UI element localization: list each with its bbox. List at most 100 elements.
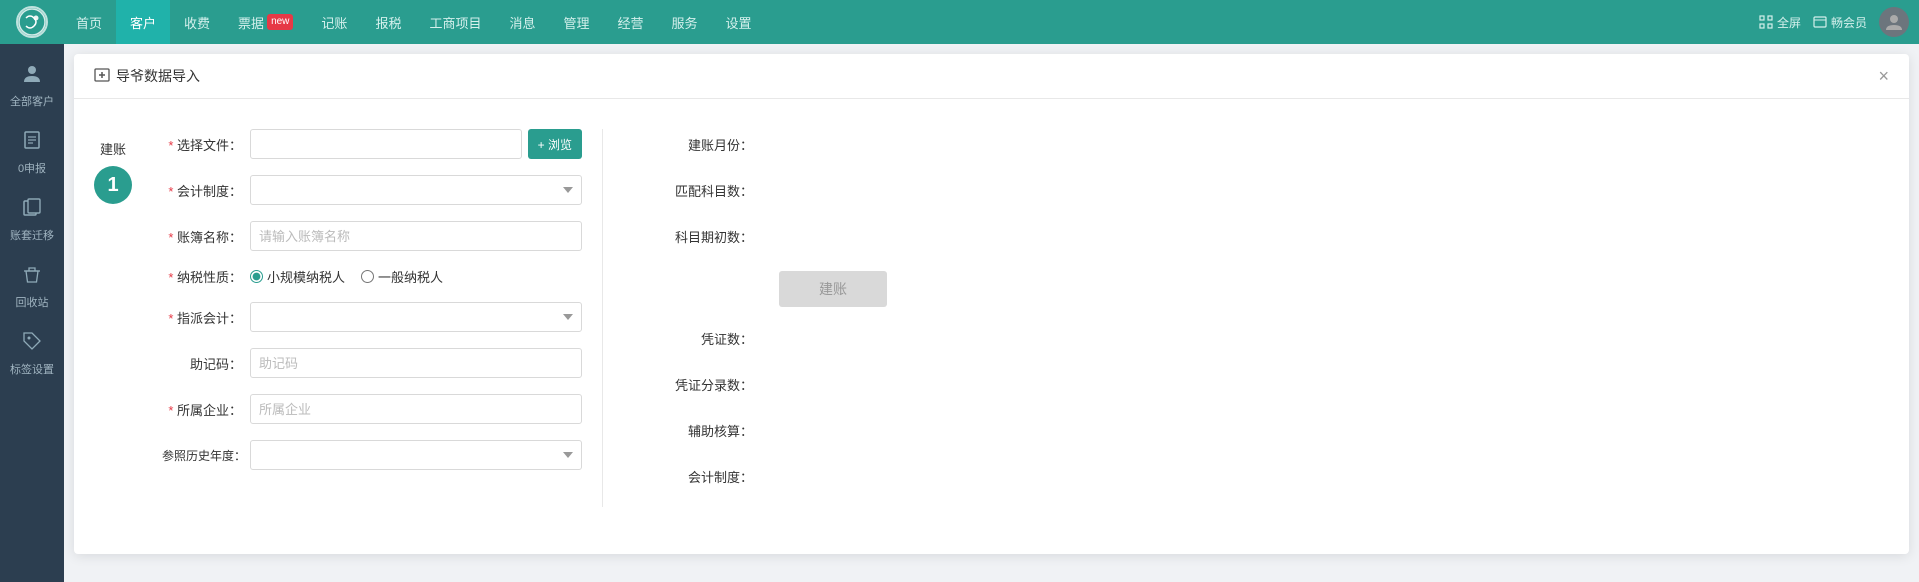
member-button[interactable]: 畅会员 bbox=[1813, 14, 1867, 31]
main-layout: 全部客户 0申报 账套迁移 bbox=[0, 44, 1919, 582]
initial-amount-label: 科目期初数： bbox=[663, 227, 753, 246]
fullscreen-icon bbox=[1759, 15, 1773, 29]
build-account-button[interactable]: 建账 bbox=[779, 271, 887, 307]
nav-tax[interactable]: 报税 bbox=[361, 0, 415, 44]
import-dialog: 导爷数据导入 × 建账 1 选择文件： + 浏览 bbox=[74, 54, 1909, 554]
accounting-system-label: 会计制度： bbox=[162, 181, 242, 200]
initial-amount-value bbox=[761, 221, 1003, 251]
sidebar-label-account-migrate: 账套迁移 bbox=[10, 227, 54, 243]
fullscreen-button[interactable]: 全屏 bbox=[1759, 14, 1801, 31]
sidebar: 全部客户 0申报 账套迁移 bbox=[0, 44, 64, 582]
accountant-label: 指派会计： bbox=[162, 308, 242, 327]
memo-input[interactable] bbox=[250, 348, 582, 378]
build-month-row: 建账月份： bbox=[663, 129, 1003, 159]
tax-type-row: 纳税性质： 小规模纳税人 一般纳税人 bbox=[162, 267, 582, 286]
small-taxpayer-radio[interactable] bbox=[250, 270, 263, 283]
nav-invoice[interactable]: 票据 new bbox=[224, 0, 307, 44]
accounting-sys-right-label: 会计制度： bbox=[663, 467, 753, 486]
nav-service[interactable]: 服务 bbox=[658, 0, 712, 44]
company-row: 所属企业： bbox=[162, 394, 582, 424]
accounting-sys-right-value bbox=[761, 461, 1003, 491]
app-logo[interactable] bbox=[10, 0, 54, 44]
accountant-row: 指派会计： bbox=[162, 302, 582, 332]
nav-home[interactable]: 首页 bbox=[62, 0, 116, 44]
nav-menu: 首页 客户 收费 票据 new 记账 报税 工商项目 消息 管理 经营 服务 设… bbox=[62, 0, 1759, 44]
match-count-value bbox=[761, 175, 1003, 205]
accounting-system-select[interactable] bbox=[250, 175, 582, 205]
member-icon bbox=[1813, 15, 1827, 29]
history-year-select[interactable] bbox=[250, 440, 582, 470]
nav-customer[interactable]: 客户 bbox=[116, 0, 170, 44]
nav-operation[interactable]: 经营 bbox=[604, 0, 658, 44]
dialog-title-text: 导爷数据导入 bbox=[116, 66, 200, 86]
tax-type-radio-group: 小规模纳税人 一般纳税人 bbox=[250, 267, 582, 286]
top-navigation: 首页 客户 收费 票据 new 记账 报税 工商项目 消息 管理 经营 服务 设… bbox=[0, 0, 1919, 44]
voucher-entries-value bbox=[761, 369, 1003, 399]
ledger-name-input[interactable] bbox=[250, 221, 582, 251]
file-label: 选择文件： bbox=[162, 135, 242, 154]
aux-accounting-label: 辅助核算： bbox=[663, 421, 753, 440]
memo-label: 助记码： bbox=[162, 354, 242, 373]
aux-accounting-row: 辅助核算： bbox=[663, 415, 1003, 445]
voucher-entries-row: 凭证分录数： bbox=[663, 369, 1003, 399]
tag-icon bbox=[21, 330, 43, 358]
ledger-name-label: 账簿名称： bbox=[162, 227, 242, 246]
general-taxpayer-radio[interactable] bbox=[361, 270, 374, 283]
ledger-name-row: 账簿名称： bbox=[162, 221, 582, 251]
voucher-entries-label: 凭证分录数： bbox=[663, 375, 753, 394]
small-taxpayer-radio-label[interactable]: 小规模纳税人 bbox=[250, 267, 345, 286]
initial-amount-row: 科目期初数： bbox=[663, 221, 1003, 251]
form-body: 建账 1 选择文件： + 浏览 会计制度： bbox=[74, 99, 1909, 527]
declare-icon bbox=[21, 129, 43, 157]
accountant-select[interactable] bbox=[250, 302, 582, 332]
file-input-group: + 浏览 bbox=[250, 129, 582, 159]
form-right: 建账月份： 匹配科目数： 科目期初数： 建账 bbox=[623, 129, 1003, 507]
nav-settings[interactable]: 设置 bbox=[712, 0, 766, 44]
content-area: 导爷数据导入 × 建账 1 选择文件： + 浏览 bbox=[64, 44, 1919, 582]
file-input[interactable] bbox=[250, 129, 522, 159]
accounting-system-row: 会计制度： bbox=[162, 175, 582, 205]
match-count-label: 匹配科目数： bbox=[663, 181, 753, 200]
step-label: 建账 bbox=[100, 139, 126, 158]
match-count-row: 匹配科目数： bbox=[663, 175, 1003, 205]
voucher-count-row: 凭证数： bbox=[663, 323, 1003, 353]
form-divider bbox=[602, 129, 603, 507]
step-circle: 1 bbox=[94, 166, 132, 204]
voucher-count-value bbox=[761, 323, 1003, 353]
step-section: 建账 1 bbox=[94, 129, 132, 507]
user-avatar[interactable] bbox=[1879, 7, 1909, 37]
sidebar-item-declare[interactable]: 0申报 bbox=[0, 119, 64, 186]
dialog-title: 导爷数据导入 bbox=[94, 66, 200, 86]
nav-message[interactable]: 消息 bbox=[495, 0, 549, 44]
recycle-icon bbox=[21, 263, 43, 291]
company-label: 所属企业： bbox=[162, 400, 242, 419]
sidebar-item-all-customers[interactable]: 全部客户 bbox=[0, 52, 64, 119]
memo-row: 助记码： bbox=[162, 348, 582, 378]
sidebar-item-recycle[interactable]: 回收站 bbox=[0, 253, 64, 320]
voucher-count-label: 凭证数： bbox=[663, 329, 753, 348]
sidebar-item-account-migrate[interactable]: 账套迁移 bbox=[0, 186, 64, 253]
history-year-label: 参照历史年度： bbox=[162, 447, 242, 464]
migrate-icon bbox=[21, 196, 43, 224]
nav-management[interactable]: 管理 bbox=[549, 0, 603, 44]
company-input[interactable] bbox=[250, 394, 582, 424]
sidebar-item-tag-settings[interactable]: 标签设置 bbox=[0, 320, 64, 387]
build-month-value bbox=[761, 129, 1003, 159]
nav-account[interactable]: 记账 bbox=[307, 0, 361, 44]
nav-business[interactable]: 工商项目 bbox=[415, 0, 495, 44]
small-taxpayer-label: 小规模纳税人 bbox=[267, 267, 345, 286]
aux-accounting-value bbox=[761, 415, 1003, 445]
sidebar-label-all-customers: 全部客户 bbox=[10, 93, 54, 109]
nav-billing[interactable]: 收费 bbox=[170, 0, 224, 44]
form-left: 选择文件： + 浏览 会计制度： bbox=[162, 129, 582, 507]
tax-type-label: 纳税性质： bbox=[162, 267, 242, 286]
close-button[interactable]: × bbox=[1878, 67, 1889, 85]
build-month-label: 建账月份： bbox=[663, 135, 753, 154]
general-taxpayer-radio-label[interactable]: 一般纳税人 bbox=[361, 267, 443, 286]
general-taxpayer-label: 一般纳税人 bbox=[378, 267, 443, 286]
sidebar-label-recycle: 回收站 bbox=[16, 294, 49, 310]
browse-button[interactable]: + 浏览 bbox=[528, 129, 582, 159]
build-btn-row: 建账 bbox=[663, 271, 1003, 307]
nav-right-area: 全屏 畅会员 bbox=[1759, 7, 1909, 37]
logo-icon bbox=[16, 6, 48, 38]
